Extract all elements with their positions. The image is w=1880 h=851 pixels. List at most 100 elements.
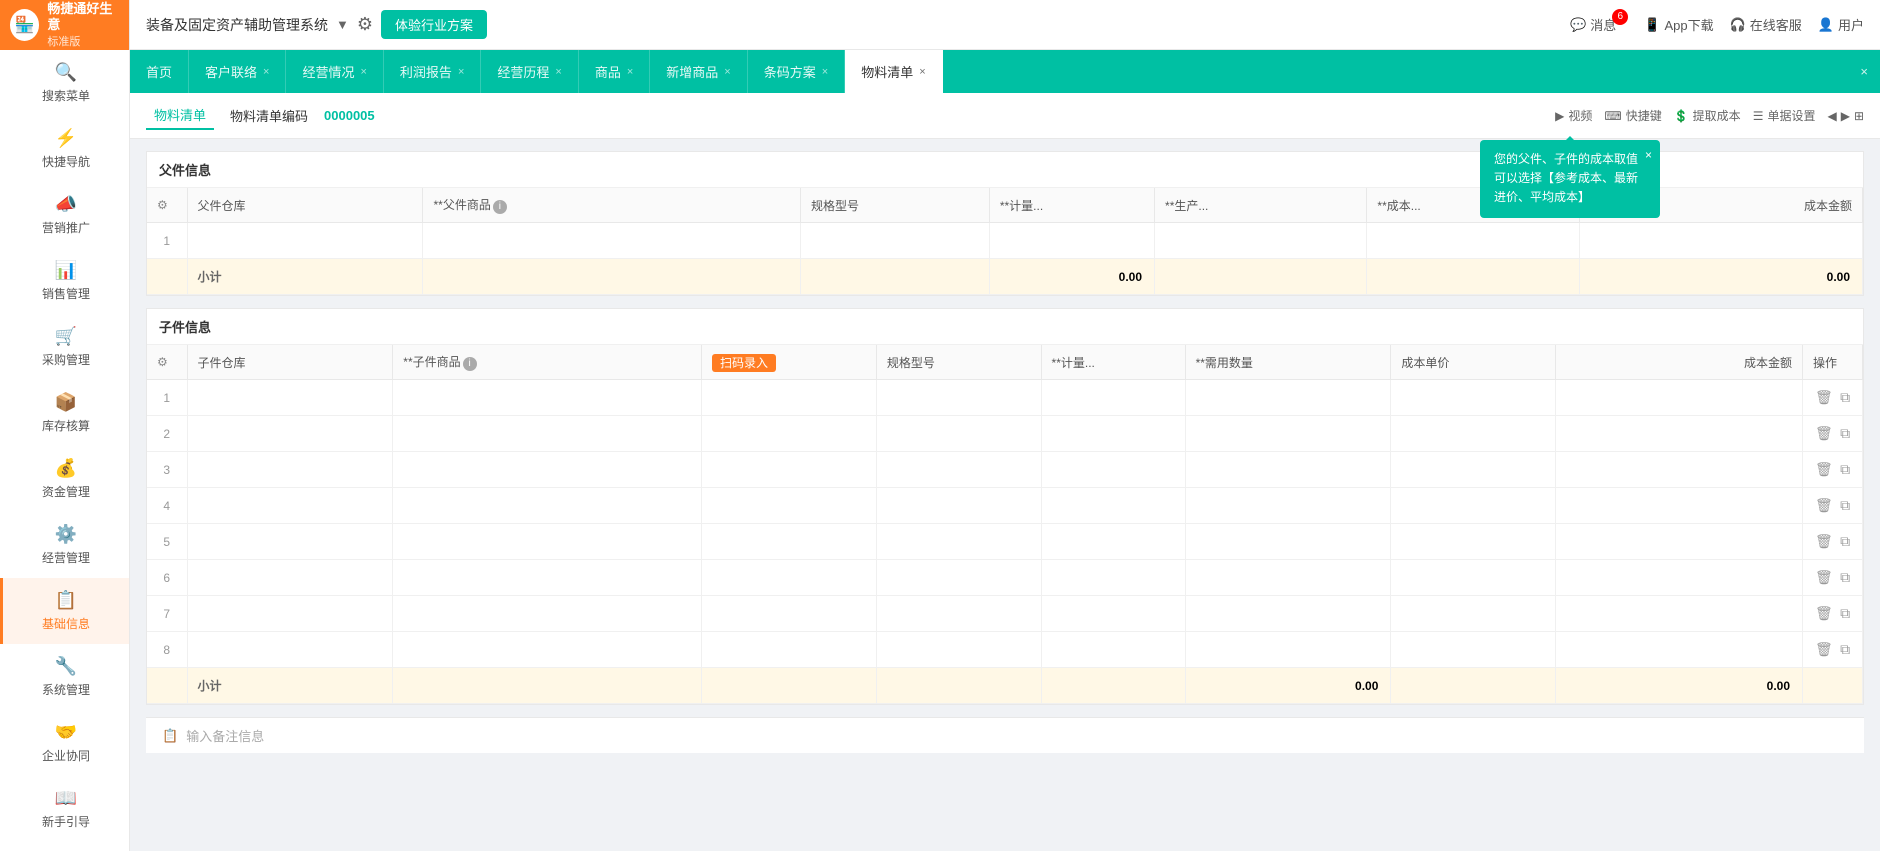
cell-product[interactable] <box>393 560 702 596</box>
close-icon[interactable]: × <box>822 66 828 78</box>
trial-button[interactable]: 体验行业方案 <box>381 10 487 39</box>
tab-operations[interactable]: 经营情况× <box>286 50 383 93</box>
cell-scan[interactable] <box>701 524 876 560</box>
cell-unitcost[interactable] <box>1391 632 1556 668</box>
cell-unitcost[interactable] <box>1391 560 1556 596</box>
cell-product[interactable] <box>393 524 702 560</box>
cell-product[interactable] <box>393 596 702 632</box>
sidebar-item-guide[interactable]: 📖 新手引导 <box>0 776 129 842</box>
copy-icon[interactable]: ⧉ <box>1840 461 1850 477</box>
sidebar-item-finance[interactable]: 💰 资金管理 <box>0 446 129 512</box>
copy-icon[interactable]: ⧉ <box>1840 425 1850 441</box>
cell-unit[interactable] <box>1041 416 1185 452</box>
cell-product[interactable] <box>393 380 702 416</box>
cell-qty[interactable] <box>1185 632 1391 668</box>
cell-spec[interactable] <box>876 560 1041 596</box>
cell-scan[interactable] <box>701 632 876 668</box>
sidebar-item-system[interactable]: 🔧 系统管理 <box>0 644 129 710</box>
cell-warehouse[interactable] <box>187 488 393 524</box>
sidebar-item-sales[interactable]: 📊 销售管理 <box>0 248 129 314</box>
copy-icon[interactable]: ⧉ <box>1840 641 1850 657</box>
delete-icon[interactable]: 🗑 <box>1815 533 1833 549</box>
cell-qty[interactable] <box>1185 524 1391 560</box>
next-icon[interactable]: ▶ <box>1841 109 1850 123</box>
delete-icon[interactable]: 🗑 <box>1815 605 1833 621</box>
sidebar-item-search[interactable]: 🔍 搜索菜单 <box>0 50 129 116</box>
online-service-button[interactable]: 🎧 在线客服 <box>1730 15 1802 34</box>
cell-unit[interactable] <box>1041 452 1185 488</box>
cell-warehouse[interactable] <box>187 524 393 560</box>
cell-scan[interactable] <box>701 452 876 488</box>
tab-home[interactable]: 首页 <box>130 50 189 93</box>
close-icon[interactable]: × <box>360 66 366 78</box>
cell-unitcost[interactable] <box>1391 524 1556 560</box>
cell-qty[interactable] <box>1185 596 1391 632</box>
cell-qty[interactable] <box>1185 380 1391 416</box>
close-icon[interactable]: × <box>263 66 269 78</box>
tab-barcode[interactable]: 条码方案× <box>748 50 845 93</box>
app-download-button[interactable]: 📱 App下载 <box>1644 15 1713 34</box>
cell-spec[interactable] <box>801 223 990 259</box>
cell-scan[interactable] <box>701 596 876 632</box>
delete-icon[interactable]: 🗑 <box>1815 461 1833 477</box>
sidebar-item-quicknav[interactable]: ⚡ 快捷导航 <box>0 116 129 182</box>
user-button[interactable]: 👤 用户 <box>1818 15 1864 34</box>
cell-qty[interactable] <box>1185 452 1391 488</box>
cell-scan[interactable] <box>701 488 876 524</box>
scan-button[interactable]: 扫码录入 <box>712 354 776 372</box>
cell-unitcost[interactable] <box>1391 488 1556 524</box>
extract-cost-action[interactable]: 💲 提取成本 <box>1674 107 1741 124</box>
th-settings[interactable]: ⚙ <box>147 188 187 223</box>
tab-history[interactable]: 经营历程× <box>481 50 578 93</box>
view-action[interactable]: ▶ 视频 <box>1555 107 1592 124</box>
delete-icon[interactable]: 🗑 <box>1815 497 1833 513</box>
prev-icon[interactable]: ◀ <box>1827 109 1836 123</box>
sidebar-item-purchase[interactable]: 🛒 采购管理 <box>0 314 129 380</box>
close-icon[interactable]: × <box>724 66 730 78</box>
cell-warehouse[interactable] <box>187 223 423 259</box>
tab-new-product[interactable]: 新增商品× <box>650 50 747 93</box>
cell-unit[interactable] <box>1041 560 1185 596</box>
sidebar-item-cooperation[interactable]: 🤝 企业协同 <box>0 710 129 776</box>
settings-icon[interactable]: ⚙ <box>357 14 373 35</box>
cell-warehouse[interactable] <box>187 452 393 488</box>
cell-produce[interactable] <box>1155 223 1367 259</box>
cell-qty[interactable] <box>1185 560 1391 596</box>
close-icon[interactable]: × <box>919 66 925 78</box>
close-icon[interactable]: × <box>555 66 561 78</box>
cell-unitcost[interactable] <box>1391 596 1556 632</box>
delete-icon[interactable]: 🗑 <box>1815 569 1833 585</box>
cell-unitcost[interactable] <box>1391 380 1556 416</box>
copy-icon[interactable]: ⧉ <box>1840 605 1850 621</box>
cell-unit[interactable] <box>1041 524 1185 560</box>
delete-icon[interactable]: 🗑 <box>1815 425 1833 441</box>
tooltip-close-button[interactable]: × <box>1645 146 1652 165</box>
cell-unit[interactable] <box>989 223 1154 259</box>
dropdown-arrow-icon[interactable]: ▼ <box>336 17 349 32</box>
cell-warehouse[interactable] <box>187 380 393 416</box>
cell-spec[interactable] <box>876 488 1041 524</box>
expand-icon[interactable]: ⊞ <box>1854 109 1864 123</box>
cell-warehouse[interactable] <box>187 560 393 596</box>
tab-customer[interactable]: 客户联络× <box>189 50 286 93</box>
cell-cost[interactable] <box>1367 223 1579 259</box>
cell-scan[interactable] <box>701 416 876 452</box>
copy-icon[interactable]: ⧉ <box>1840 497 1850 513</box>
close-icon[interactable]: × <box>627 66 633 78</box>
cell-product[interactable] <box>393 452 702 488</box>
single-settings-action[interactable]: ☰ 单据设置 <box>1753 107 1816 124</box>
cell-warehouse[interactable] <box>187 632 393 668</box>
cell-product[interactable] <box>393 632 702 668</box>
nav-close-all-button[interactable]: × <box>1848 52 1880 91</box>
cell-unitcost[interactable] <box>1391 452 1556 488</box>
page-tab-bom[interactable]: 物料清单 <box>146 101 214 130</box>
delete-icon[interactable]: 🗑 <box>1815 641 1833 657</box>
cell-unitcost[interactable] <box>1391 416 1556 452</box>
cell-warehouse[interactable] <box>187 596 393 632</box>
tab-products[interactable]: 商品× <box>579 50 650 93</box>
cell-unit[interactable] <box>1041 632 1185 668</box>
cell-spec[interactable] <box>876 632 1041 668</box>
th-settings[interactable]: ⚙ <box>147 345 187 380</box>
cell-warehouse[interactable] <box>187 416 393 452</box>
sidebar-item-marketing[interactable]: 📣 营销推广 <box>0 182 129 248</box>
